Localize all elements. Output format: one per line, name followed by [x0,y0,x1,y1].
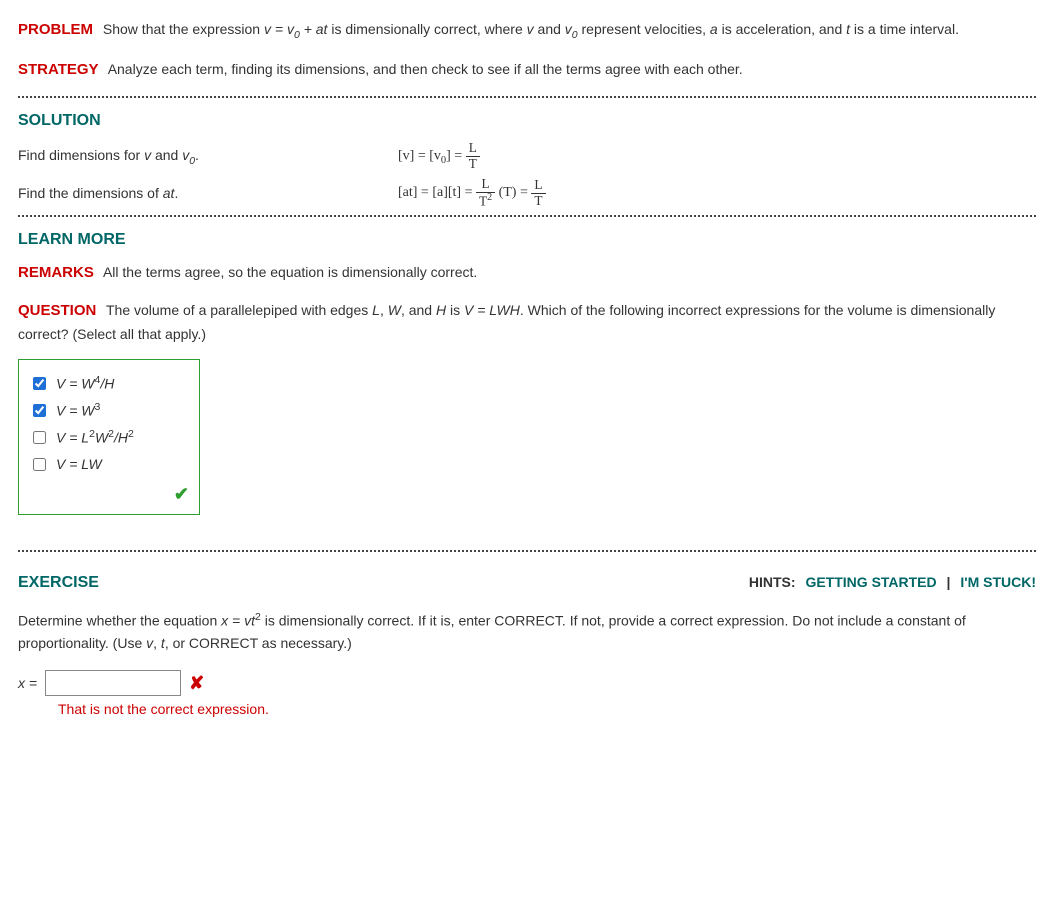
answer-options-box: V = W4/H V = W3 V = L2W2/H2 V = LW ✔ [18,359,200,515]
remarks-label: REMARKS [18,264,94,281]
problem-text-1: Show that the expression [103,21,264,37]
question-paragraph: QUESTION The volume of a parallelepiped … [18,299,1036,345]
answer-lhs: x = [18,672,37,694]
exercise-text: Determine whether the equation x = vt2 i… [18,609,1036,654]
option-1-checkbox[interactable] [33,377,46,390]
option-4[interactable]: V = LW [29,453,189,475]
correct-check-icon: ✔ [29,480,189,509]
hint-im-stuck[interactable]: I'M STUCK! [960,574,1036,590]
problem-eq: v = v0 + at [264,21,327,37]
hint-getting-started[interactable]: GETTING STARTED [805,574,936,590]
exercise-label: EXERCISE [18,570,99,596]
remarks-paragraph: REMARKS All the terms agree, so the equa… [18,261,1036,285]
solution-label: SOLUTION [18,108,1036,134]
strategy-label: STRATEGY [18,61,99,78]
solution-eq-1: [v] = [v0] = LT [398,141,1036,171]
option-3-checkbox[interactable] [33,431,46,444]
option-3[interactable]: V = L2W2/H2 [29,426,189,449]
option-2[interactable]: V = W3 [29,399,189,422]
hints-block: HINTS: GETTING STARTED | I'M STUCK! [749,571,1036,593]
divider [18,96,1036,98]
solution-row-2: Find the dimensions of at. [at] = [a][t]… [18,177,1036,209]
problem-paragraph: PROBLEM Show that the expression v = v0 … [18,18,1036,44]
solution-row-1: Find dimensions for v and v0. [v] = [v0]… [18,141,1036,171]
problem-label: PROBLEM [18,21,93,38]
problem-text-2: is dimensionally correct, where [331,21,526,37]
strategy-text: Analyze each term, finding its dimension… [108,61,743,77]
divider [18,215,1036,217]
strategy-paragraph: STRATEGY Analyze each term, finding its … [18,58,1036,82]
hints-label: HINTS: [749,574,796,590]
answer-input[interactable] [45,670,181,696]
feedback-text: That is not the correct expression. [58,698,1036,720]
learnmore-label: LEARN MORE [18,227,1036,253]
divider [18,550,1036,552]
solution-eq-2: [at] = [a][t] = LT2 (T) = LT [398,177,1036,209]
exercise-header: EXERCISE HINTS: GETTING STARTED | I'M ST… [18,562,1036,604]
incorrect-x-icon: ✘ [189,669,204,698]
option-2-checkbox[interactable] [33,404,46,417]
question-label: QUESTION [18,302,96,319]
option-1[interactable]: V = W4/H [29,372,189,395]
option-4-checkbox[interactable] [33,458,46,471]
answer-row: x = ✘ [18,669,1036,698]
